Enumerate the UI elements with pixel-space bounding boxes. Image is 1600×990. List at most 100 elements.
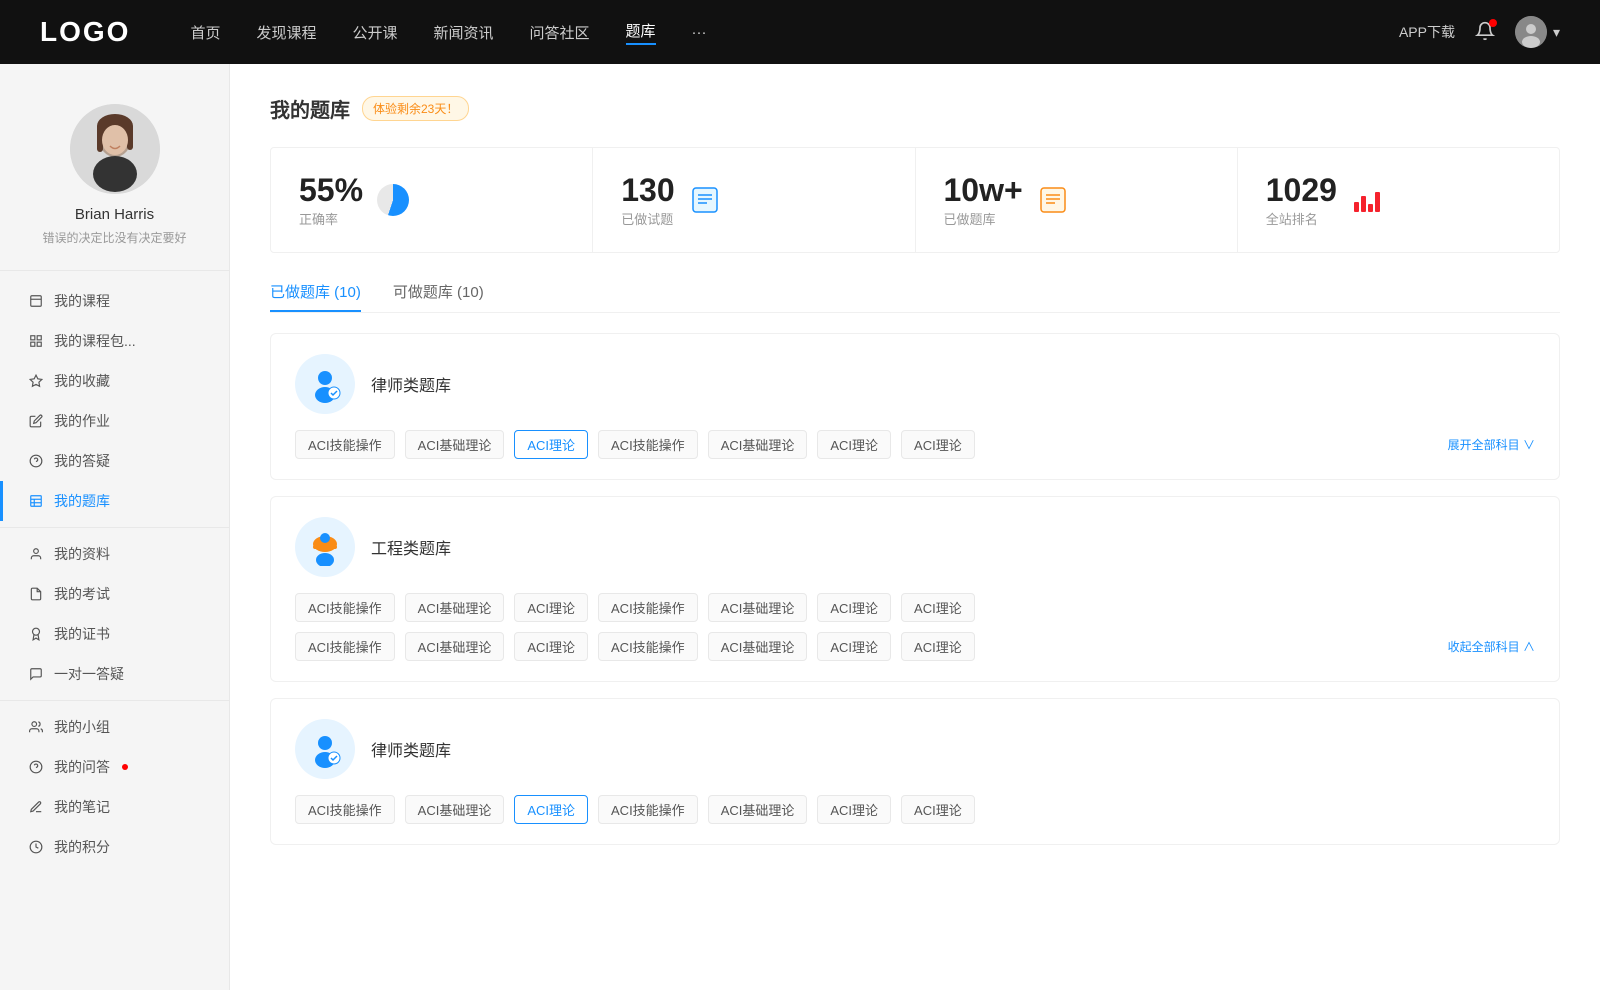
sidebar-item-my-info[interactable]: 我的资料 [0,534,229,574]
sidebar-item-group[interactable]: 我的小组 [0,707,229,747]
stats-row: 55% 正确率 130 已做试题 [270,147,1560,253]
sidebar-item-my-qa[interactable]: 我的答疑 [0,441,229,481]
sidebar-item-question-bank[interactable]: 我的题库 [0,481,229,521]
tags-row-0: ACI技能操作 ACI基础理论 ACI理论 ACI技能操作 ACI基础理论 AC… [295,430,1535,459]
pie-chart-icon [377,184,409,216]
tag-1-r2-5[interactable]: ACI理论 [817,632,891,661]
stat-number-done: 130 [621,172,674,209]
sidebar-item-certificate[interactable]: 我的证书 [0,614,229,654]
sidebar-item-favorites[interactable]: 我的收藏 [0,361,229,401]
nav-discover[interactable]: 发现课程 [256,22,316,43]
profile-name: Brian Harris [75,206,154,223]
tag-0-3[interactable]: ACI技能操作 [598,430,698,459]
page-wrapper: Brian Harris 错误的决定比没有决定要好 我的课程 我的课程包... [0,64,1600,990]
sidebar-item-homework[interactable]: 我的作业 [0,401,229,441]
stat-icon-rank [1349,182,1385,218]
collapse-link-1[interactable]: 收起全部科目 ∧ [1448,638,1535,655]
notification-bell[interactable] [1475,21,1495,44]
tag-0-1[interactable]: ACI基础理论 [405,430,505,459]
tag-1-r2-6[interactable]: ACI理论 [901,632,975,661]
nav-home[interactable]: 首页 [190,22,220,43]
bar-chart-icon [1354,188,1380,212]
sidebar: Brian Harris 错误的决定比没有决定要好 我的课程 我的课程包... [0,64,230,990]
tag-1-r2-2[interactable]: ACI理论 [514,632,588,661]
stat-icon-accuracy [375,182,411,218]
tag-0-5[interactable]: ACI理论 [817,430,891,459]
tag-1-r2-0[interactable]: ACI技能操作 [295,632,395,661]
page-title: 我的题库 [270,94,350,123]
sidebar-label: 我的积分 [54,837,110,857]
sidebar-item-my-exam[interactable]: 我的考试 [0,574,229,614]
navbar: LOGO 首页 发现课程 公开课 新闻资讯 问答社区 题库 ··· APP下载 [0,0,1600,64]
tag-2-1[interactable]: ACI基础理论 [405,795,505,824]
user-avatar-menu[interactable]: ▾ [1515,16,1560,48]
tag-0-6[interactable]: ACI理论 [901,430,975,459]
tag-1-4[interactable]: ACI基础理论 [708,593,808,622]
stat-accuracy: 55% 正确率 [271,148,593,252]
tab-done-banks[interactable]: 已做题库 (10) [270,281,361,312]
tag-1-5[interactable]: ACI理论 [817,593,891,622]
tag-1-r2-1[interactable]: ACI基础理论 [405,632,505,661]
sidebar-item-my-questions[interactable]: 我的问答 [0,747,229,787]
stat-number-rank: 1029 [1266,172,1337,209]
sidebar-label: 我的问答 [54,757,110,777]
tag-2-5[interactable]: ACI理论 [817,795,891,824]
question-notification-dot [122,764,128,770]
sidebar-label: 我的小组 [54,717,110,737]
tag-1-0[interactable]: ACI技能操作 [295,593,395,622]
tag-0-0[interactable]: ACI技能操作 [295,430,395,459]
lawyer-icon-0 [295,354,355,414]
nav-news[interactable]: 新闻资讯 [434,22,494,43]
bank-title-0: 律师类题库 [371,372,451,396]
stat-number-accuracy: 55% [299,172,363,209]
tag-2-3[interactable]: ACI技能操作 [598,795,698,824]
nav-bank[interactable]: 题库 [626,20,656,45]
stat-done-questions: 130 已做试题 [593,148,915,252]
tag-1-r2-3[interactable]: ACI技能操作 [598,632,698,661]
bank-card-header-0: 律师类题库 [295,354,1535,414]
tag-2-6[interactable]: ACI理论 [901,795,975,824]
stat-label-accuracy: 正确率 [299,209,363,228]
sidebar-item-course-pack[interactable]: 我的课程包... [0,321,229,361]
tab-available-banks[interactable]: 可做题库 (10) [393,281,484,312]
bank-card-2: 律师类题库 ACI技能操作 ACI基础理论 ACI理论 ACI技能操作 ACI基… [270,698,1560,845]
tag-1-1[interactable]: ACI基础理论 [405,593,505,622]
tag-2-0[interactable]: ACI技能操作 [295,795,395,824]
group-icon [28,719,44,735]
tag-1-2[interactable]: ACI理论 [514,593,588,622]
tag-1-3[interactable]: ACI技能操作 [598,593,698,622]
bank-card-header-2: 律师类题库 [295,719,1535,779]
nav-qa[interactable]: 问答社区 [530,22,590,43]
sidebar-label: 我的收藏 [54,371,110,391]
stat-done-banks: 10w+ 已做题库 [916,148,1238,252]
sidebar-item-points[interactable]: 我的积分 [0,827,229,867]
tags-row-1-second: ACI技能操作 ACI基础理论 ACI理论 ACI技能操作 ACI基础理论 AC… [295,632,1535,661]
stat-label-rank: 全站排名 [1266,209,1337,228]
tag-2-2[interactable]: ACI理论 [514,795,588,824]
sidebar-item-my-course[interactable]: 我的课程 [0,281,229,321]
tags-row-2: ACI技能操作 ACI基础理论 ACI理论 ACI技能操作 ACI基础理论 AC… [295,795,1535,824]
tag-1-r2-4[interactable]: ACI基础理论 [708,632,808,661]
sidebar-label: 我的考试 [54,584,110,604]
exam-icon [28,586,44,602]
question-icon [28,759,44,775]
bank-card-1: 工程类题库 ACI技能操作 ACI基础理论 ACI理论 ACI技能操作 ACI基… [270,496,1560,682]
sidebar-item-one-on-one[interactable]: 一对一答疑 [0,654,229,694]
engineer-icon-1 [295,517,355,577]
sidebar-label: 我的证书 [54,624,110,644]
nav-open-course[interactable]: 公开课 [352,22,397,43]
avatar-small [1515,16,1547,48]
tag-2-4[interactable]: ACI基础理论 [708,795,808,824]
expand-link-0[interactable]: 展开全部科目 ∨ [1448,436,1535,453]
tag-1-6[interactable]: ACI理论 [901,593,975,622]
app-download[interactable]: APP下载 [1399,22,1455,42]
bank-title-1: 工程类题库 [371,535,451,559]
tag-0-2[interactable]: ACI理论 [514,430,588,459]
bank-card-header-1: 工程类题库 [295,517,1535,577]
stat-icon-done [687,182,723,218]
main-content: 我的题库 体验剩余23天！ 55% 正确率 130 已做试题 [230,64,1600,990]
tag-0-4[interactable]: ACI基础理论 [708,430,808,459]
sidebar-label: 我的作业 [54,411,110,431]
sidebar-item-notes[interactable]: 我的笔记 [0,787,229,827]
nav-more[interactable]: ··· [692,24,707,41]
